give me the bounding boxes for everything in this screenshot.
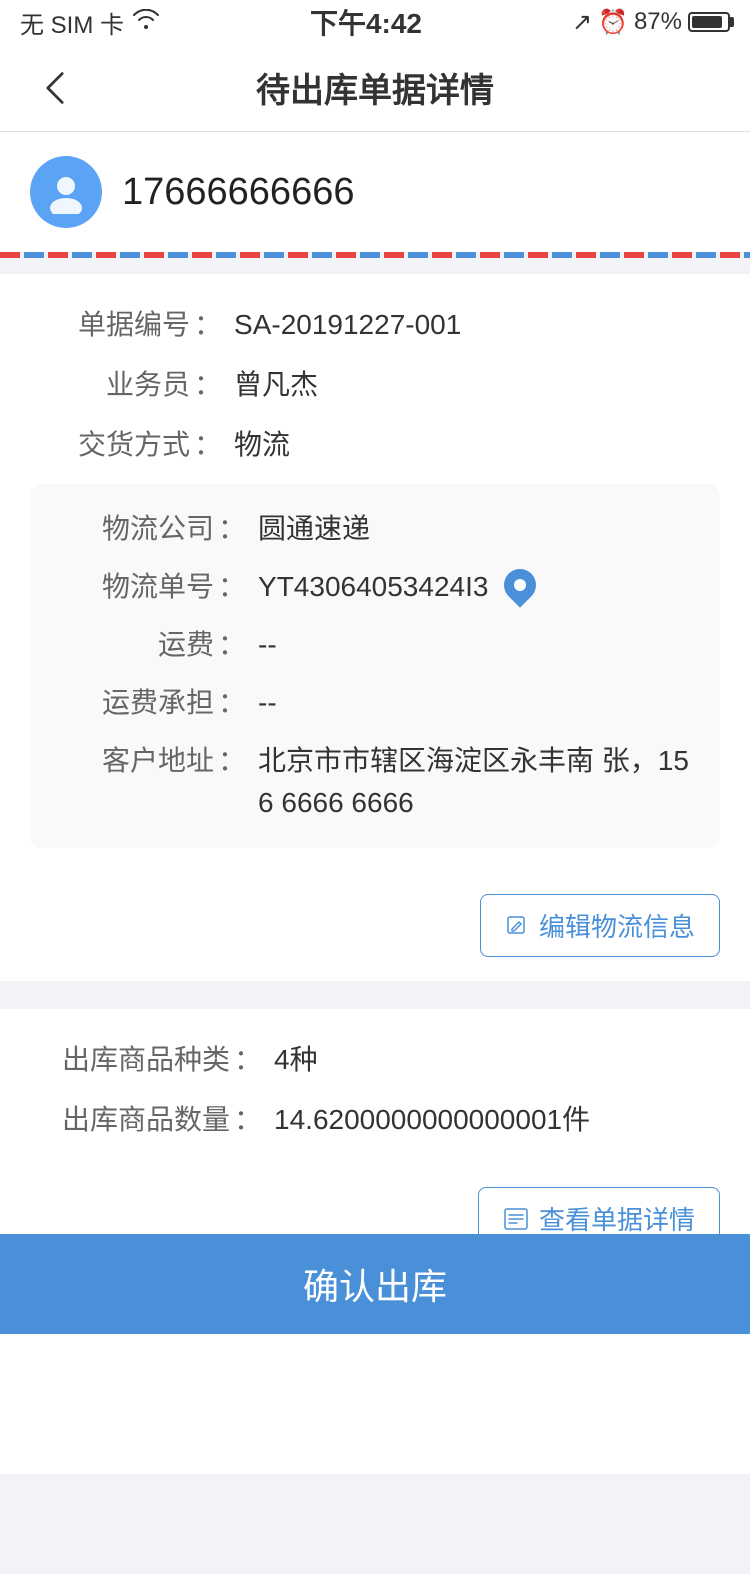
address-label: 客户地址 bbox=[54, 740, 214, 782]
list-icon bbox=[503, 1207, 529, 1231]
section-divider bbox=[0, 981, 750, 993]
confirm-btn-label: 确认出库 bbox=[303, 1258, 447, 1310]
edit-btn-label: 编辑物流信息 bbox=[539, 907, 695, 944]
tracking-row: 物流单号 ： YT43064053424I3 bbox=[54, 566, 696, 608]
order-no-label: 单据编号 bbox=[30, 304, 190, 346]
status-time: 下午4:42 bbox=[310, 2, 422, 42]
goods-type-row: 出库商品种类 ： 4种 bbox=[30, 1039, 720, 1081]
logistics-card: 物流公司 ： 圆通速递 物流单号 ： YT43064053424I3 运费 bbox=[30, 484, 720, 848]
back-button[interactable] bbox=[30, 63, 80, 113]
edit-btn-row: 编辑物流信息 bbox=[0, 878, 750, 981]
confirm-btn-wrapper: 确认出库 bbox=[0, 1234, 750, 1334]
edit-icon bbox=[505, 914, 529, 938]
view-btn-label: 查看单据详情 bbox=[539, 1200, 695, 1237]
freight-bearer-row: 运费承担 ： -- bbox=[54, 682, 696, 724]
page-title: 待出库单据详情 bbox=[80, 63, 670, 112]
freight-label: 运费 bbox=[54, 624, 214, 666]
nav-bar: 待出库单据详情 bbox=[0, 44, 750, 132]
goods-section: 出库商品种类 ： 4种 出库商品数量 ： 14.6200000000000001… bbox=[0, 1009, 750, 1171]
salesman-label: 业务员 bbox=[30, 364, 190, 406]
freight-value: -- bbox=[258, 624, 696, 666]
logistics-company-label: 物流公司 bbox=[54, 508, 214, 550]
battery-percent: 87% bbox=[634, 8, 682, 36]
status-bar: 无 SIM 卡 下午4:42 ↗ ⏰ 87% bbox=[0, 0, 750, 44]
logistics-company-row: 物流公司 ： 圆通速递 bbox=[54, 508, 696, 550]
freight-bearer-label: 运费承担 bbox=[54, 682, 214, 724]
freight-bearer-value: -- bbox=[258, 682, 696, 724]
status-left: 无 SIM 卡 bbox=[20, 5, 160, 40]
goods-quantity-row: 出库商品数量 ： 14.6200000000000001件 bbox=[30, 1099, 720, 1141]
salesman-value: 曾凡杰 bbox=[234, 364, 720, 406]
battery-icon bbox=[688, 12, 730, 32]
tracking-no: YT43064053424I3 bbox=[258, 566, 488, 608]
delivery-method-label: 交货方式 bbox=[30, 424, 190, 466]
alarm-icon: ⏰ bbox=[598, 8, 628, 37]
location-icon: ↗ bbox=[572, 8, 592, 37]
status-right: ↗ ⏰ 87% bbox=[572, 8, 730, 37]
address-row: 客户地址 ： 北京市市辖区海淀区永丰南 张，156 6666 6666 bbox=[54, 740, 696, 824]
salesman-row: 业务员 ： 曾凡杰 bbox=[30, 364, 720, 406]
avatar bbox=[30, 156, 102, 228]
edit-logistics-button[interactable]: 编辑物流信息 bbox=[480, 894, 720, 957]
goods-type-value: 4种 bbox=[274, 1039, 720, 1081]
tracking-label: 物流单号 bbox=[54, 566, 214, 608]
freight-row: 运费 ： -- bbox=[54, 624, 696, 666]
logistics-company-value: 圆通速递 bbox=[258, 508, 696, 550]
customer-header: 17666666666 bbox=[0, 132, 750, 252]
location-pin-icon[interactable] bbox=[504, 569, 540, 605]
order-no-row: 单据编号 ： SA-20191227-001 bbox=[30, 304, 720, 346]
confirm-outbound-button[interactable]: 确认出库 bbox=[0, 1234, 750, 1334]
order-no-value: SA-20191227-001 bbox=[234, 304, 720, 346]
order-info-section: 单据编号 ： SA-20191227-001 业务员 ： 曾凡杰 交货方式 ： … bbox=[0, 274, 750, 878]
customer-phone: 17666666666 bbox=[122, 171, 354, 214]
goods-quantity-label: 出库商品数量 bbox=[30, 1099, 230, 1141]
tracking-value: YT43064053424I3 bbox=[258, 566, 696, 608]
goods-quantity-value: 14.6200000000000001件 bbox=[274, 1099, 720, 1141]
dashed-divider bbox=[0, 252, 750, 258]
delivery-method-value: 物流 bbox=[234, 424, 720, 466]
address-value: 北京市市辖区海淀区永丰南 张，156 6666 6666 bbox=[258, 740, 696, 824]
goods-type-label: 出库商品种类 bbox=[30, 1039, 230, 1081]
delivery-method-row: 交货方式 ： 物流 bbox=[30, 424, 720, 466]
wifi-icon bbox=[132, 8, 160, 36]
carrier-label: 无 SIM 卡 bbox=[20, 5, 124, 40]
